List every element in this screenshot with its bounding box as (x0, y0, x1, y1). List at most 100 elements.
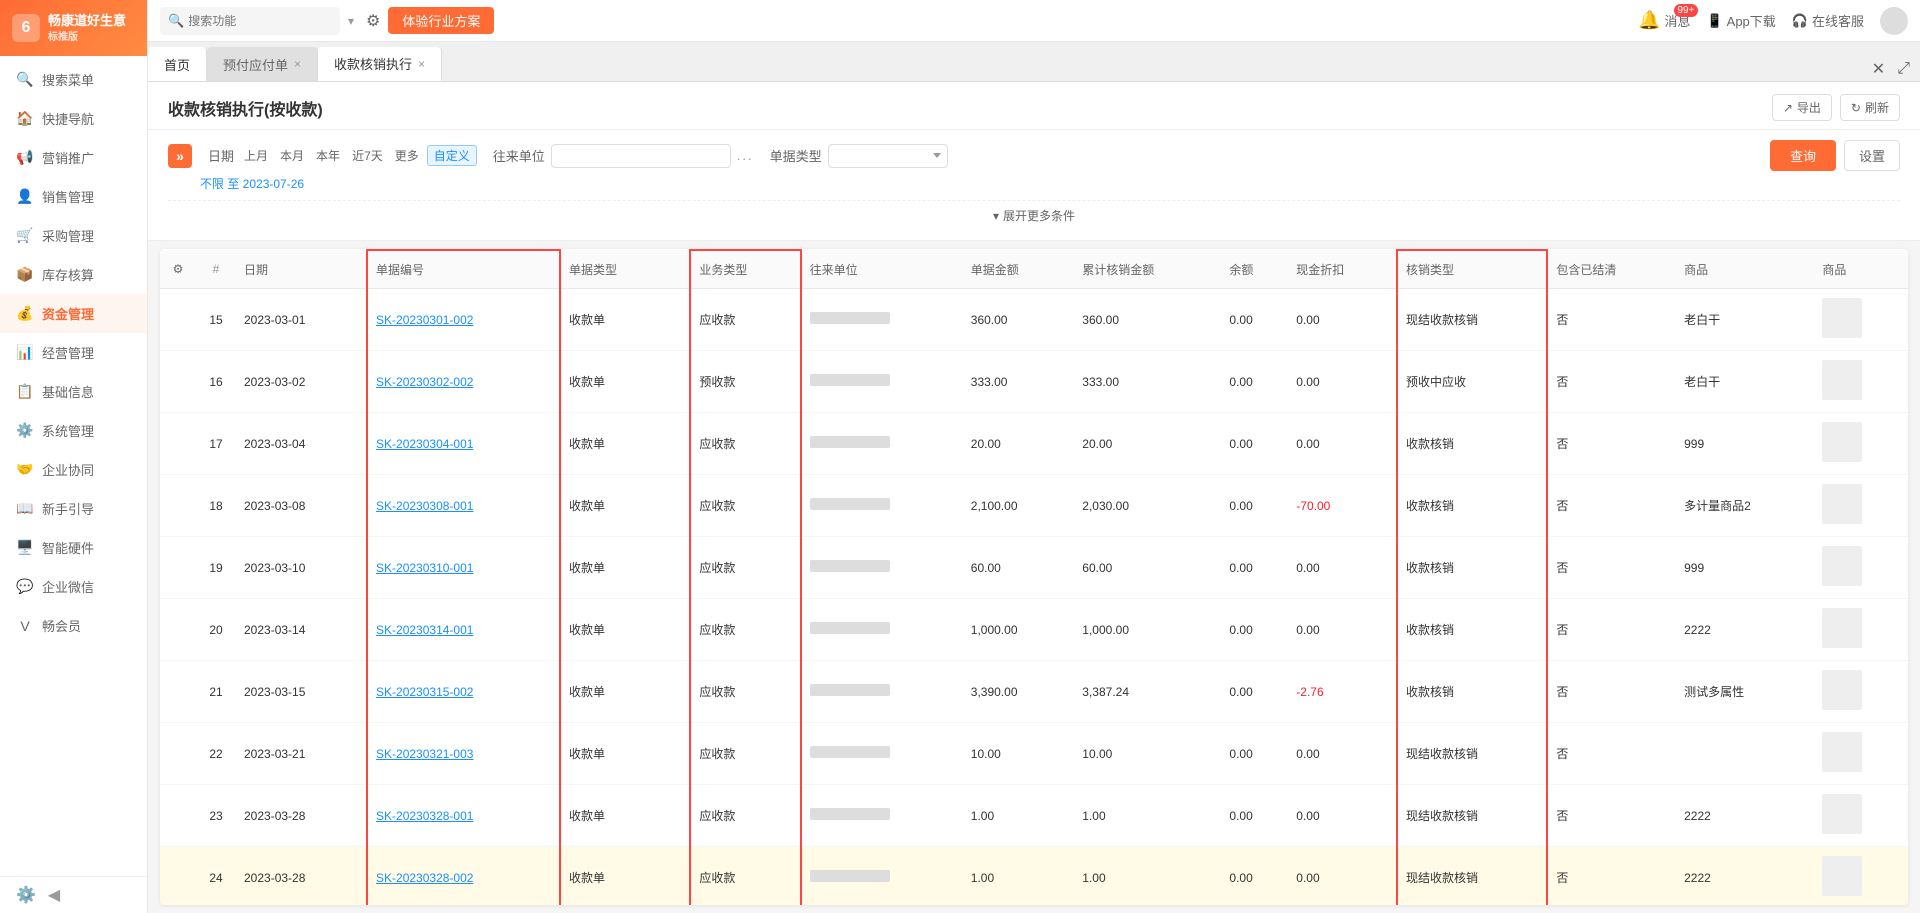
filter-date-this-year[interactable]: 本年 (312, 145, 344, 166)
td-doc-amount: 10.00 (963, 723, 1075, 785)
filter-date-custom[interactable]: 自定义 (427, 145, 477, 166)
doc-no-link[interactable]: SK-20230310-001 (376, 561, 473, 575)
sidebar-item-member[interactable]: V畅会员 (0, 606, 147, 645)
th-date: 日期 (236, 250, 367, 289)
filter-counterparty-input[interactable] (551, 144, 731, 168)
td-settings (160, 723, 196, 785)
doc-no-link[interactable]: SK-20230328-001 (376, 809, 473, 823)
sidebar-item-basic[interactable]: 📋基础信息 (0, 372, 147, 411)
sidebar-label-quicknav: 快捷导航 (42, 109, 94, 128)
filter-date-7days[interactable]: 近7天 (348, 145, 387, 166)
main-area: 🔍 ▾ ⚙ 体验行业方案 🔔 消息 99+ 📱 App下载 🎧 在线客服 (148, 0, 1920, 913)
td-balance: 0.00 (1221, 661, 1288, 723)
sidebar-item-system[interactable]: ⚙️系统管理 (0, 411, 147, 450)
tab-writeoff-close-icon[interactable]: × (418, 57, 425, 71)
solution-button[interactable]: 体验行业方案 (388, 7, 494, 34)
td-counterparty (801, 413, 963, 475)
sidebar-item-search[interactable]: 🔍搜索菜单 (0, 60, 147, 99)
tab-prepay-close-icon[interactable]: × (294, 57, 301, 71)
doc-no-link[interactable]: SK-20230302-002 (376, 375, 473, 389)
filter-doctype-select[interactable] (828, 144, 948, 168)
td-writeoff-type: 收款核销 (1397, 661, 1547, 723)
doc-no-link[interactable]: SK-20230301-002 (376, 313, 473, 327)
sidebar-item-newbie[interactable]: 📖新手引导 (0, 489, 147, 528)
td-settings (160, 413, 196, 475)
doc-no-link[interactable]: SK-20230328-002 (376, 871, 473, 885)
app-download-area[interactable]: 📱 App下载 (1706, 11, 1775, 30)
settings-bottom-icon[interactable]: ⚙️ (16, 885, 36, 905)
sidebar-item-corp[interactable]: 🤝企业协同 (0, 450, 147, 489)
td-cash-discount: -70.00 (1288, 475, 1397, 537)
tab-close-all-btn[interactable]: ✕ (1870, 57, 1887, 81)
td-include-settled: 否 (1547, 351, 1676, 413)
filter-date-more[interactable]: 更多 (391, 145, 423, 166)
td-date: 2023-03-28 (236, 847, 367, 906)
doc-no-link[interactable]: SK-20230308-001 (376, 499, 473, 513)
td-include-settled: 否 (1547, 599, 1676, 661)
td-row-num: 22 (196, 723, 236, 785)
tab-maximize-btn[interactable]: ⤢ (1895, 58, 1912, 80)
tab-writeoff[interactable]: 收款核销执行 × (318, 47, 442, 81)
refresh-button[interactable]: ↻ 刷新 (1840, 94, 1900, 121)
sidebar-bottom: ⚙️ ◀ (0, 876, 147, 913)
sidebar-item-weixin[interactable]: 💬企业微信 (0, 567, 147, 606)
tab-writeoff-label: 收款核销执行 (334, 54, 412, 73)
th-doc-type: 单据类型 (560, 250, 690, 289)
settings-button[interactable]: 设置 (1844, 140, 1900, 171)
tab-prepay[interactable]: 预付应付单 × (207, 47, 318, 81)
td-doc-amount: 20.00 (963, 413, 1075, 475)
collapse-icon[interactable]: ◀ (48, 885, 60, 905)
export-button[interactable]: ↗ 导出 (1772, 94, 1832, 121)
sidebar-item-inventory[interactable]: 📦库存核算 (0, 255, 147, 294)
user-avatar[interactable] (1880, 7, 1908, 35)
notification-area[interactable]: 🔔 消息 99+ (1638, 10, 1690, 31)
filter-date-last-month[interactable]: 上月 (240, 145, 272, 166)
td-date: 2023-03-14 (236, 599, 367, 661)
query-button[interactable]: 查询 (1770, 140, 1836, 171)
sidebar-item-marketing[interactable]: 📢营销推广 (0, 138, 147, 177)
td-settings (160, 785, 196, 847)
col-settings-icon[interactable]: ⚙ (173, 262, 184, 276)
sidebar-item-finance[interactable]: 💰 资金管理 (0, 294, 147, 333)
sidebar-item-quicknav[interactable]: 🏠快捷导航 (0, 99, 147, 138)
sidebar-item-hardware[interactable]: 🖥️智能硬件 (0, 528, 147, 567)
tab-home[interactable]: 首页 (148, 47, 207, 81)
th-settings[interactable]: ⚙ (160, 250, 196, 289)
sidebar-label-finance: 资金管理 (42, 304, 94, 323)
sidebar-icon-finance: 💰 (16, 305, 34, 323)
doc-no-link[interactable]: SK-20230304-001 (376, 437, 473, 451)
td-settings (160, 351, 196, 413)
sidebar-item-purchase[interactable]: 🛒采购管理 (0, 216, 147, 255)
doc-no-link[interactable]: SK-20230314-001 (376, 623, 473, 637)
table-row: 21 2023-03-15 SK-20230315-002 收款单 应收款 3,… (160, 661, 1908, 723)
table-wrapper: ⚙ # 日期 单据编号 单据类型 业务类型 往来单位 单据金额 累计核销金额 余… (160, 249, 1908, 905)
filter-expand-more-button[interactable]: ▾ 展开更多条件 (168, 200, 1900, 230)
td-doc-type: 收款单 (560, 723, 690, 785)
td-writeoff-type: 收款核销 (1397, 537, 1547, 599)
doc-no-link[interactable]: SK-20230315-002 (376, 685, 473, 699)
td-balance: 0.00 (1221, 847, 1288, 906)
sidebar-menu: 🔍搜索菜单🏠快捷导航📢营销推广👤销售管理🛒采购管理📦库存核算 💰 资金管理 📊经营管理… (0, 56, 147, 876)
sidebar-icon-corp: 🤝 (16, 461, 34, 479)
td-doc-amount: 60.00 (963, 537, 1075, 599)
td-doc-no: SK-20230308-001 (367, 475, 560, 537)
td-counterparty (801, 599, 963, 661)
td-doc-amount: 333.00 (963, 351, 1075, 413)
search-input[interactable] (188, 14, 328, 28)
td-doc-no: SK-20230314-001 (367, 599, 560, 661)
table-row: 23 2023-03-28 SK-20230328-001 收款单 应收款 1.… (160, 785, 1908, 847)
td-goods2 (1814, 537, 1908, 599)
filter-expand-button[interactable]: » (168, 144, 192, 168)
topbar-gear-icon[interactable]: ⚙ (366, 11, 380, 31)
sidebar-item-sales[interactable]: 👤销售管理 (0, 177, 147, 216)
search-wrap[interactable]: 🔍 (160, 7, 340, 35)
online-service-area[interactable]: 🎧 在线客服 (1792, 11, 1864, 30)
td-balance: 0.00 (1221, 413, 1288, 475)
td-cash-discount: 0.00 (1288, 537, 1397, 599)
filter-date-this-month[interactable]: 本月 (276, 145, 308, 166)
sidebar-item-operations[interactable]: 📊经营管理 (0, 333, 147, 372)
td-doc-no: SK-20230304-001 (367, 413, 560, 475)
filter-date-buttons: 上月 本月 本年 近7天 更多 自定义 (240, 145, 477, 166)
doc-no-link[interactable]: SK-20230321-003 (376, 747, 473, 761)
td-counterparty (801, 351, 963, 413)
